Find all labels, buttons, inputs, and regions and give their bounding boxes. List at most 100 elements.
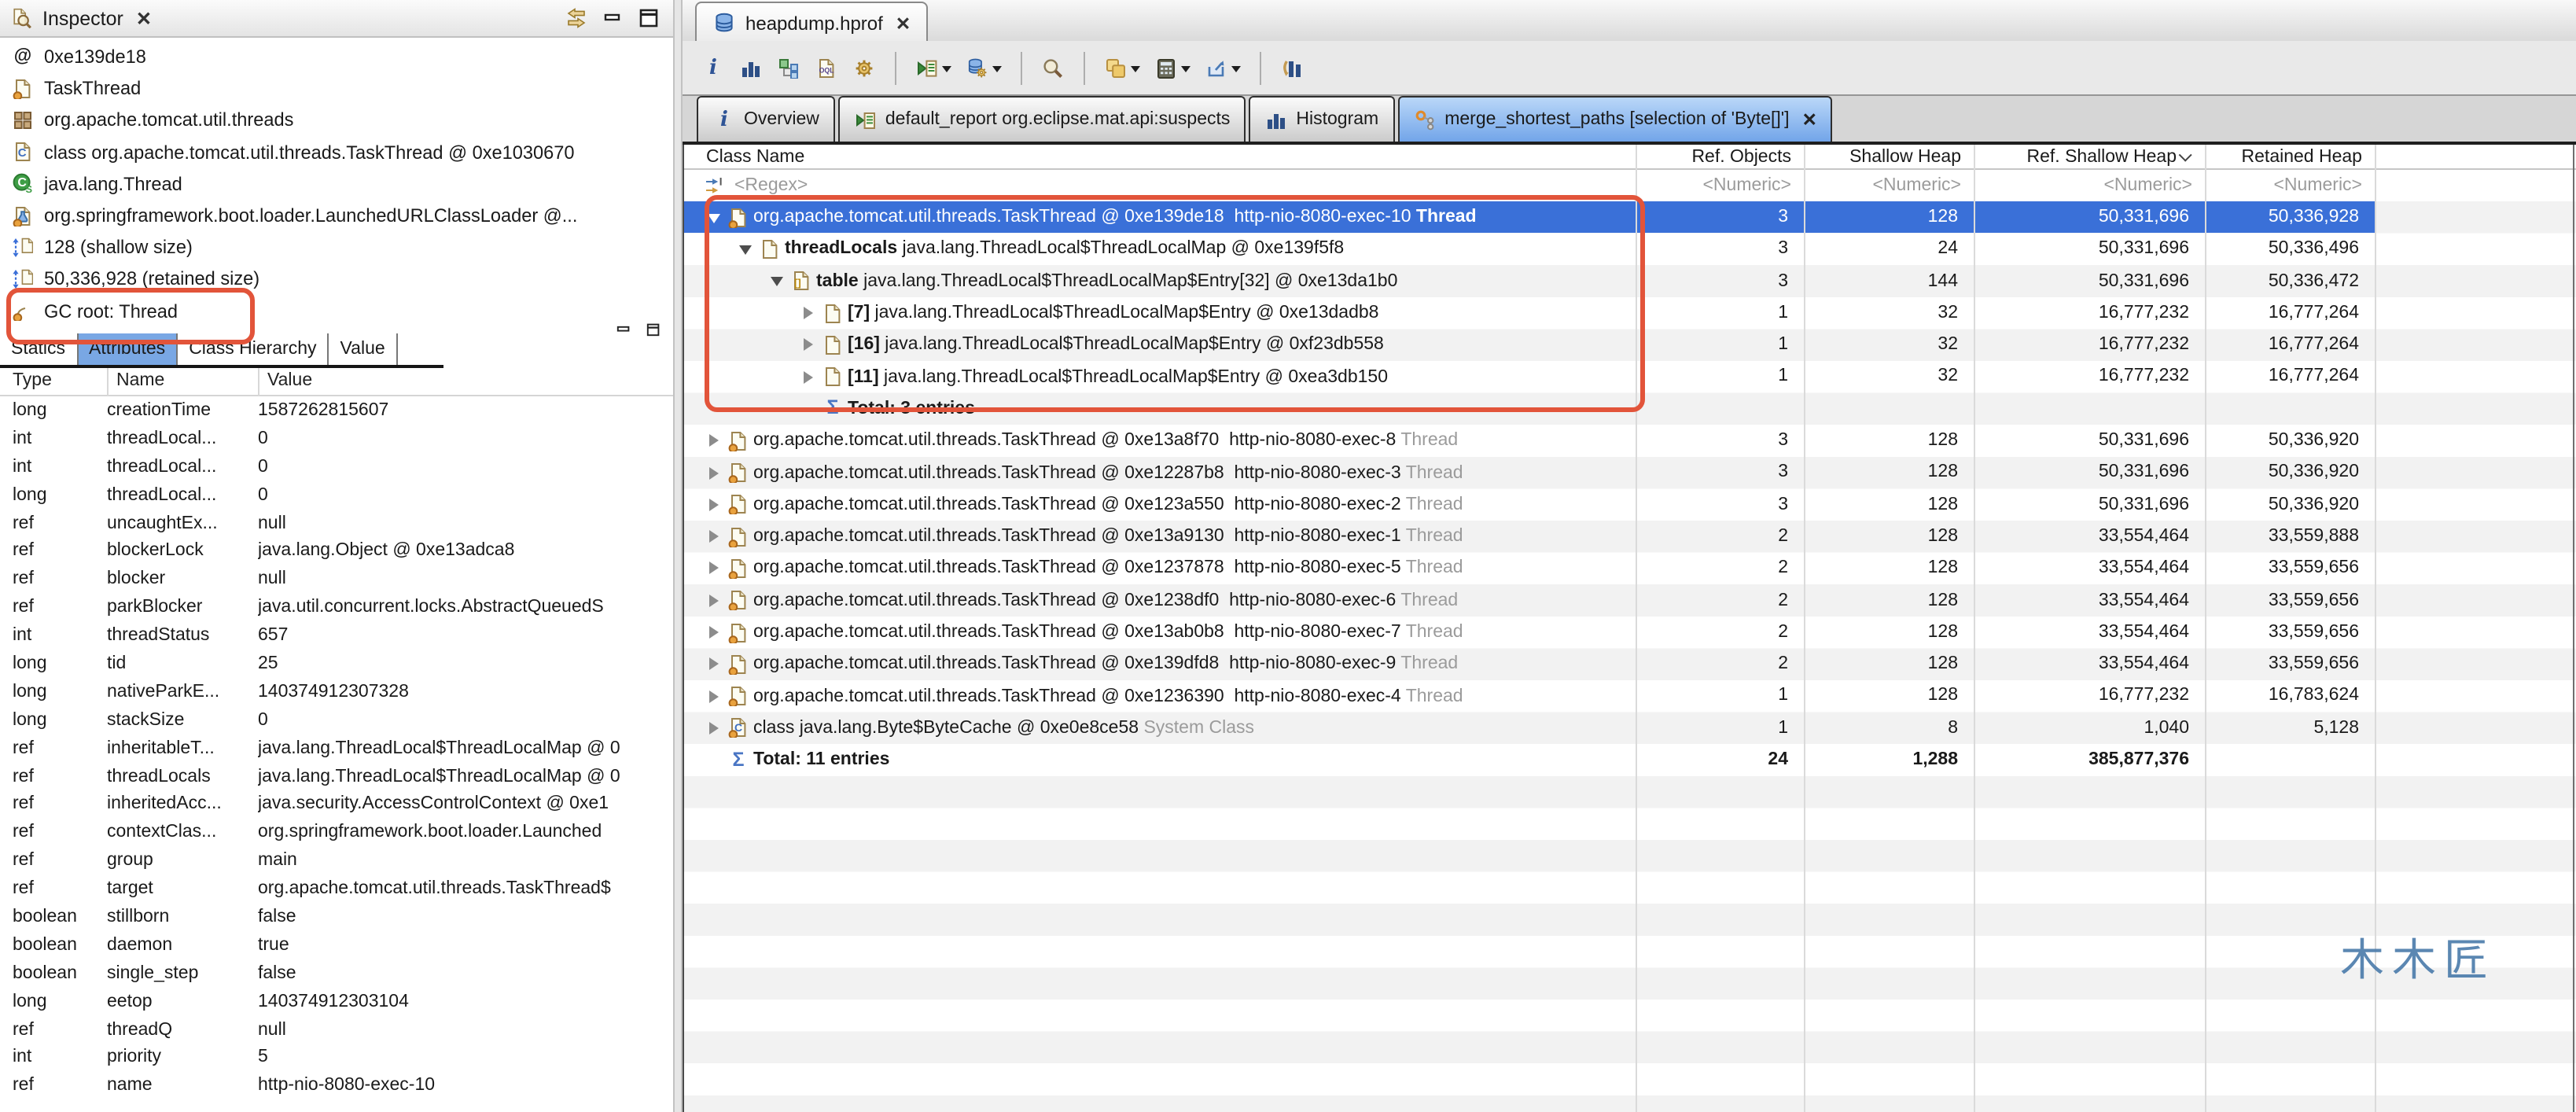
attr-column-header[interactable]: Name	[107, 368, 258, 396]
dominator-tree-icon-button[interactable]	[777, 57, 800, 78]
expand-toggle-icon[interactable]	[797, 361, 818, 393]
histogram-icon-button[interactable]	[739, 57, 763, 78]
attribute-row[interactable]: ref threadLocals java.lang.ThreadLocal$T…	[0, 764, 673, 792]
expand-toggle-icon[interactable]	[703, 584, 723, 617]
attribute-row[interactable]: ref uncaughtEx... null	[0, 510, 673, 539]
expand-toggle-icon[interactable]	[703, 680, 723, 712]
collapse-toggle-icon[interactable]	[734, 234, 755, 266]
attribute-row[interactable]: ref blockerLock java.lang.Object @ 0xe13…	[0, 539, 673, 567]
attribute-row[interactable]: int priority 5	[0, 1045, 673, 1073]
tree-row[interactable]: Σ Total: 11 entries 24 1,288 385,877,376	[684, 744, 2576, 776]
numeric-filter-input[interactable]: <Numeric>	[1804, 176, 1974, 195]
attribute-row[interactable]: int threadLocal... 0	[0, 455, 673, 483]
group-icon-button[interactable]	[1104, 57, 1140, 78]
expand-toggle-icon[interactable]	[703, 648, 723, 680]
tree-row[interactable]: [16] java.lang.ThreadLocal$ThreadLocalMa…	[684, 329, 2576, 361]
view-tab-histogram[interactable]: Histogram	[1249, 96, 1395, 142]
expand-toggle-icon[interactable]	[703, 457, 723, 489]
expand-toggle-icon[interactable]	[703, 712, 723, 745]
attr-column-header[interactable]: Value	[258, 368, 673, 396]
expand-toggle-icon[interactable]	[797, 297, 818, 330]
tree-row[interactable]: org.apache.tomcat.util.threads.TaskThrea…	[684, 457, 2576, 489]
expand-toggle-icon[interactable]	[797, 329, 818, 361]
attribute-row[interactable]: ref name http-nio-8080-exec-10	[0, 1073, 673, 1102]
view-tab-close-icon[interactable]: ✕	[1802, 109, 1817, 131]
calculator-icon-button[interactable]	[1154, 57, 1190, 78]
tree-row[interactable]: org.apache.tomcat.util.threads.TaskThrea…	[684, 488, 2576, 521]
tree-row[interactable]: org.apache.tomcat.util.threads.TaskThrea…	[684, 648, 2576, 680]
numeric-filter-input[interactable]: <Numeric>	[1974, 176, 2205, 195]
view-tab-overview[interactable]: i Overview	[697, 96, 835, 142]
gear-icon-button[interactable]	[852, 57, 876, 78]
tree-row[interactable]: org.apache.tomcat.util.threads.TaskThrea…	[684, 617, 2576, 649]
compare-icon-button[interactable]	[1280, 57, 1304, 78]
export-icon-button[interactable]	[1205, 57, 1241, 78]
attribute-row[interactable]: boolean stillborn false	[0, 904, 673, 933]
column-header-class-name[interactable]: Class Name	[684, 147, 1636, 166]
search-icon-button[interactable]	[1041, 57, 1065, 78]
attribute-row[interactable]: boolean daemon true	[0, 933, 673, 961]
editor-tab-heapdump[interactable]: heapdump.hprof ✕	[695, 2, 929, 42]
tree-row[interactable]: org.apache.tomcat.util.threads.TaskThrea…	[684, 521, 2576, 553]
expand-toggle-icon[interactable]	[703, 488, 723, 521]
restore-icon[interactable]	[644, 322, 663, 338]
editor-tab-close-icon[interactable]: ✕	[896, 12, 911, 34]
tree-row[interactable]: threadLocals java.lang.ThreadLocal$Threa…	[684, 234, 2576, 266]
dropdown-arrow-icon[interactable]	[1231, 66, 1241, 77]
dropdown-arrow-icon[interactable]	[942, 66, 951, 77]
attribute-row[interactable]: long stackSize 0	[0, 708, 673, 736]
attribute-row[interactable]: int threadLocal... 0	[0, 426, 673, 455]
tree-row[interactable]: [7] java.lang.ThreadLocal$ThreadLocalMap…	[684, 297, 2576, 330]
tree-row[interactable]: [11] java.lang.ThreadLocal$ThreadLocalMa…	[684, 361, 2576, 393]
expand-toggle-icon[interactable]	[703, 617, 723, 649]
attribute-row[interactable]: long nativeParkE... 140374912307328	[0, 679, 673, 708]
expand-toggle-icon[interactable]	[703, 425, 723, 457]
attribute-row[interactable]: ref inheritableT... java.lang.ThreadLoca…	[0, 735, 673, 764]
attribute-row[interactable]: boolean single_step false	[0, 961, 673, 989]
attribute-row[interactable]: ref threadQ null	[0, 1017, 673, 1045]
attribute-row[interactable]: ref group main	[0, 849, 673, 877]
view-tab-default_report[interactable]: default_report org.eclipse.mat.api:suspe…	[837, 96, 1246, 142]
attribute-row[interactable]: long tid 25	[0, 651, 673, 679]
attribute-row[interactable]: ref target org.apache.tomcat.util.thread…	[0, 876, 673, 904]
maximize-icon[interactable]	[637, 8, 661, 28]
attr-column-header[interactable]: Type	[13, 368, 107, 396]
query-browser-icon-button[interactable]	[966, 57, 1002, 78]
minimize-icon[interactable]	[614, 322, 633, 338]
tab-value[interactable]: Value	[329, 333, 398, 365]
attribute-row[interactable]: int threadStatus 657	[0, 623, 673, 651]
tab-class-hierarchy[interactable]: Class Hierarchy	[178, 333, 329, 365]
oql-icon-button[interactable]: OQL	[815, 57, 838, 78]
numeric-filter-input[interactable]: <Numeric>	[2205, 176, 2375, 195]
attribute-row[interactable]: ref parkBlocker java.util.concurrent.loc…	[0, 595, 673, 623]
column-header-ref-shallow-heap[interactable]: Ref. Shallow Heap	[1974, 147, 2205, 166]
minimize-icon[interactable]	[601, 8, 624, 28]
tree-row[interactable]: C class java.lang.Byte$ByteCache @ 0xe0e…	[684, 712, 2576, 745]
view-tab-merge_shortest_paths[interactable]: merge_shortest_paths [selection of 'Byte…	[1397, 96, 1833, 142]
tree-row[interactable]: org.apache.tomcat.util.threads.TaskThrea…	[684, 201, 2576, 234]
sync-arrows-icon[interactable]	[565, 8, 588, 28]
attribute-row[interactable]: long creationTime 1587262815607	[0, 398, 673, 426]
expand-toggle-icon[interactable]	[703, 521, 723, 553]
panel-splitter[interactable]	[673, 0, 683, 1112]
regex-filter-input[interactable]: <Regex>	[684, 175, 1636, 196]
numeric-filter-input[interactable]: <Numeric>	[1636, 176, 1804, 195]
collapse-toggle-icon[interactable]	[766, 265, 786, 297]
tree-row[interactable]: org.apache.tomcat.util.threads.TaskThrea…	[684, 425, 2576, 457]
tree-row[interactable]: [] table java.lang.ThreadLocal$ThreadLoc…	[684, 265, 2576, 297]
column-header-retained-heap[interactable]: Retained Heap	[2205, 147, 2375, 166]
tree-row[interactable]: Σ Total: 3 entries	[684, 393, 2576, 425]
collapse-toggle-icon[interactable]	[703, 201, 723, 234]
tree-row[interactable]: org.apache.tomcat.util.threads.TaskThrea…	[684, 680, 2576, 712]
attribute-row[interactable]: long threadLocal... 0	[0, 482, 673, 510]
attribute-row[interactable]: long eetop 140374912303104	[0, 989, 673, 1017]
tab-attributes[interactable]: Attributes	[78, 333, 178, 365]
attribute-row[interactable]: ref inheritedAcc... java.security.Access…	[0, 792, 673, 820]
attribute-row[interactable]: ref blocker null	[0, 567, 673, 595]
expand-toggle-icon[interactable]	[703, 553, 723, 585]
dropdown-arrow-icon[interactable]	[1181, 66, 1190, 77]
info-icon-button[interactable]: i	[701, 57, 725, 78]
attribute-row[interactable]: ref contextClas... org.springframework.b…	[0, 820, 673, 849]
run-report-icon-button[interactable]	[915, 57, 951, 78]
dropdown-arrow-icon[interactable]	[992, 66, 1002, 77]
